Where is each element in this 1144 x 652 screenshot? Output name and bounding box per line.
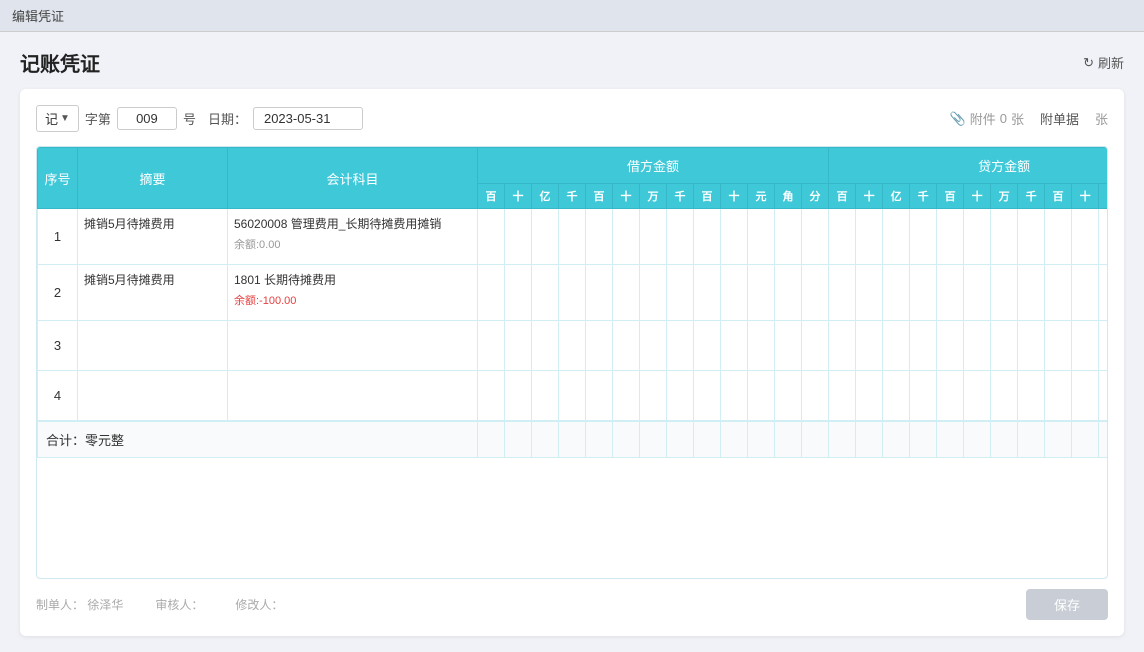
word-label: 字第 bbox=[85, 109, 111, 128]
attach-bill-count: 张 bbox=[1095, 109, 1108, 128]
credit-d6: 十 bbox=[964, 184, 991, 209]
credit-d10: 十 bbox=[1072, 184, 1099, 209]
window-title: 编辑凭证 bbox=[12, 9, 64, 24]
right-actions: 📎 附件 0 张 附单据 张 bbox=[950, 109, 1108, 128]
row4-seq: 4 bbox=[38, 371, 78, 421]
refresh-button[interactable]: ↻ 刷新 bbox=[1083, 53, 1124, 72]
voucher-type-dropdown[interactable]: 记 ▼ bbox=[36, 105, 79, 132]
form-footer: 制单人： 徐泽华 审核人： 修改人： 保存 bbox=[36, 589, 1108, 620]
attach-count: 0 bbox=[1000, 111, 1007, 126]
form-row: 记 ▼ 字第 号 日期： 📎 附件 0 张 bbox=[36, 105, 1108, 132]
col-debit-header: 借方金额 bbox=[478, 148, 829, 184]
credit-d5: 百 bbox=[937, 184, 964, 209]
debit-d13: 分 bbox=[802, 184, 829, 209]
debit-d8: 千 bbox=[667, 184, 694, 209]
voucher-table: 序号 摘要 会计科目 借方金额 贷方金额 百 十 亿 千 百 十 bbox=[37, 147, 1108, 458]
content-area: 记账凭证 ↻ 刷新 记 ▼ 字第 号 日期： bbox=[0, 32, 1144, 652]
debit-d5: 百 bbox=[586, 184, 613, 209]
debit-d1: 百 bbox=[478, 184, 505, 209]
voucher-type-value: 记 bbox=[45, 109, 58, 128]
attach-bill-button[interactable]: 附单据 bbox=[1040, 109, 1079, 128]
row2-balance: 余额:-100.00 bbox=[234, 292, 471, 308]
debit-d11: 元 bbox=[748, 184, 775, 209]
save-button[interactable]: 保存 bbox=[1026, 589, 1108, 620]
voucher-type-group: 记 ▼ 字第 号 bbox=[36, 105, 196, 132]
date-group: 日期： bbox=[208, 107, 363, 130]
form-footer-info: 制单人： 徐泽华 审核人： 修改人： bbox=[36, 596, 283, 613]
col-seq-header: 序号 bbox=[38, 148, 78, 209]
voucher-table-wrapper: 序号 摘要 会计科目 借方金额 贷方金额 百 十 亿 千 百 十 bbox=[36, 146, 1108, 579]
credit-d4: 千 bbox=[910, 184, 937, 209]
row1-summary[interactable]: 摊销5月待摊费用 bbox=[78, 209, 228, 265]
table-row: 4 bbox=[38, 371, 1109, 421]
debit-d3: 亿 bbox=[532, 184, 559, 209]
col-credit-header: 贷方金额 bbox=[829, 148, 1108, 184]
debit-d10: 十 bbox=[721, 184, 748, 209]
modifier-label: 修改人： bbox=[235, 598, 283, 612]
reviewer-label: 审核人： bbox=[155, 598, 203, 612]
credit-d7: 万 bbox=[991, 184, 1018, 209]
row1-seq: 1 bbox=[38, 209, 78, 265]
refresh-label: 刷新 bbox=[1098, 53, 1124, 72]
row2-account-code: 1801 长期待摊费用 bbox=[234, 271, 471, 288]
credit-d9: 百 bbox=[1045, 184, 1072, 209]
col-summary-header: 摘要 bbox=[78, 148, 228, 209]
attach-bill-label: 附单据 bbox=[1040, 112, 1079, 127]
date-input[interactable] bbox=[253, 107, 363, 130]
row4-account[interactable] bbox=[228, 371, 478, 421]
row3-seq: 3 bbox=[38, 321, 78, 371]
credit-d8: 千 bbox=[1018, 184, 1045, 209]
row2-seq: 2 bbox=[38, 265, 78, 321]
footer-total-label: 合计：零元整 bbox=[38, 421, 478, 458]
page-header: 记账凭证 ↻ 刷新 bbox=[20, 48, 1124, 77]
credit-d11: 元 bbox=[1099, 184, 1108, 209]
credit-d3: 亿 bbox=[883, 184, 910, 209]
voucher-card: 记 ▼ 字第 号 日期： 📎 附件 0 张 bbox=[20, 89, 1124, 636]
row3-summary[interactable] bbox=[78, 321, 228, 371]
paperclip-icon: 📎 bbox=[950, 111, 966, 127]
row1-account-code: 56020008 管理费用_长期待摊费用摊销 bbox=[234, 215, 471, 232]
table-footer-row: 合计：零元整 bbox=[38, 421, 1109, 458]
chevron-down-icon: ▼ bbox=[60, 113, 70, 124]
row1-balance: 余额:0.00 bbox=[234, 236, 471, 252]
creator-field: 制单人： 徐泽华 bbox=[36, 596, 123, 613]
row4-summary[interactable] bbox=[78, 371, 228, 421]
attach-unit: 张 bbox=[1011, 109, 1024, 128]
date-label: 日期： bbox=[208, 109, 247, 128]
debit-d9: 百 bbox=[694, 184, 721, 209]
debit-d4: 千 bbox=[559, 184, 586, 209]
titlebar: 编辑凭证 bbox=[0, 0, 1144, 32]
creator-value: 徐泽华 bbox=[87, 598, 123, 612]
debit-d6: 十 bbox=[613, 184, 640, 209]
credit-d2: 十 bbox=[856, 184, 883, 209]
voucher-number-input[interactable] bbox=[117, 107, 177, 130]
debit-d12: 角 bbox=[775, 184, 802, 209]
row2-account[interactable]: 1801 长期待摊费用 余额:-100.00 bbox=[228, 265, 478, 321]
credit-d1: 百 bbox=[829, 184, 856, 209]
debit-d2: 十 bbox=[505, 184, 532, 209]
page-title: 记账凭证 bbox=[20, 48, 100, 77]
row1-account[interactable]: 56020008 管理费用_长期待摊费用摊销 余额:0.00 bbox=[228, 209, 478, 265]
debit-d7: 万 bbox=[640, 184, 667, 209]
row3-account[interactable] bbox=[228, 321, 478, 371]
table-row: 2 摊销5月待摊费用 1801 长期待摊费用 余额:-100.00 bbox=[38, 265, 1109, 321]
attach-label: 附件 bbox=[970, 109, 996, 128]
reviewer-field: 审核人： bbox=[155, 596, 203, 613]
main-window: 编辑凭证 记账凭证 ↻ 刷新 记 ▼ 字第 号 bbox=[0, 0, 1144, 652]
col-account-header: 会计科目 bbox=[228, 148, 478, 209]
table-header-row-1: 序号 摘要 会计科目 借方金额 贷方金额 bbox=[38, 148, 1109, 184]
creator-label: 制单人： bbox=[36, 598, 84, 612]
refresh-icon: ↻ bbox=[1083, 55, 1094, 71]
attach-link[interactable]: 📎 附件 0 张 bbox=[950, 109, 1024, 128]
table-row: 3 bbox=[38, 321, 1109, 371]
modifier-field: 修改人： bbox=[235, 596, 283, 613]
number-suffix: 号 bbox=[183, 109, 196, 128]
table-row: 1 摊销5月待摊费用 56020008 管理费用_长期待摊费用摊销 余额:0.0… bbox=[38, 209, 1109, 265]
row2-summary[interactable]: 摊销5月待摊费用 bbox=[78, 265, 228, 321]
